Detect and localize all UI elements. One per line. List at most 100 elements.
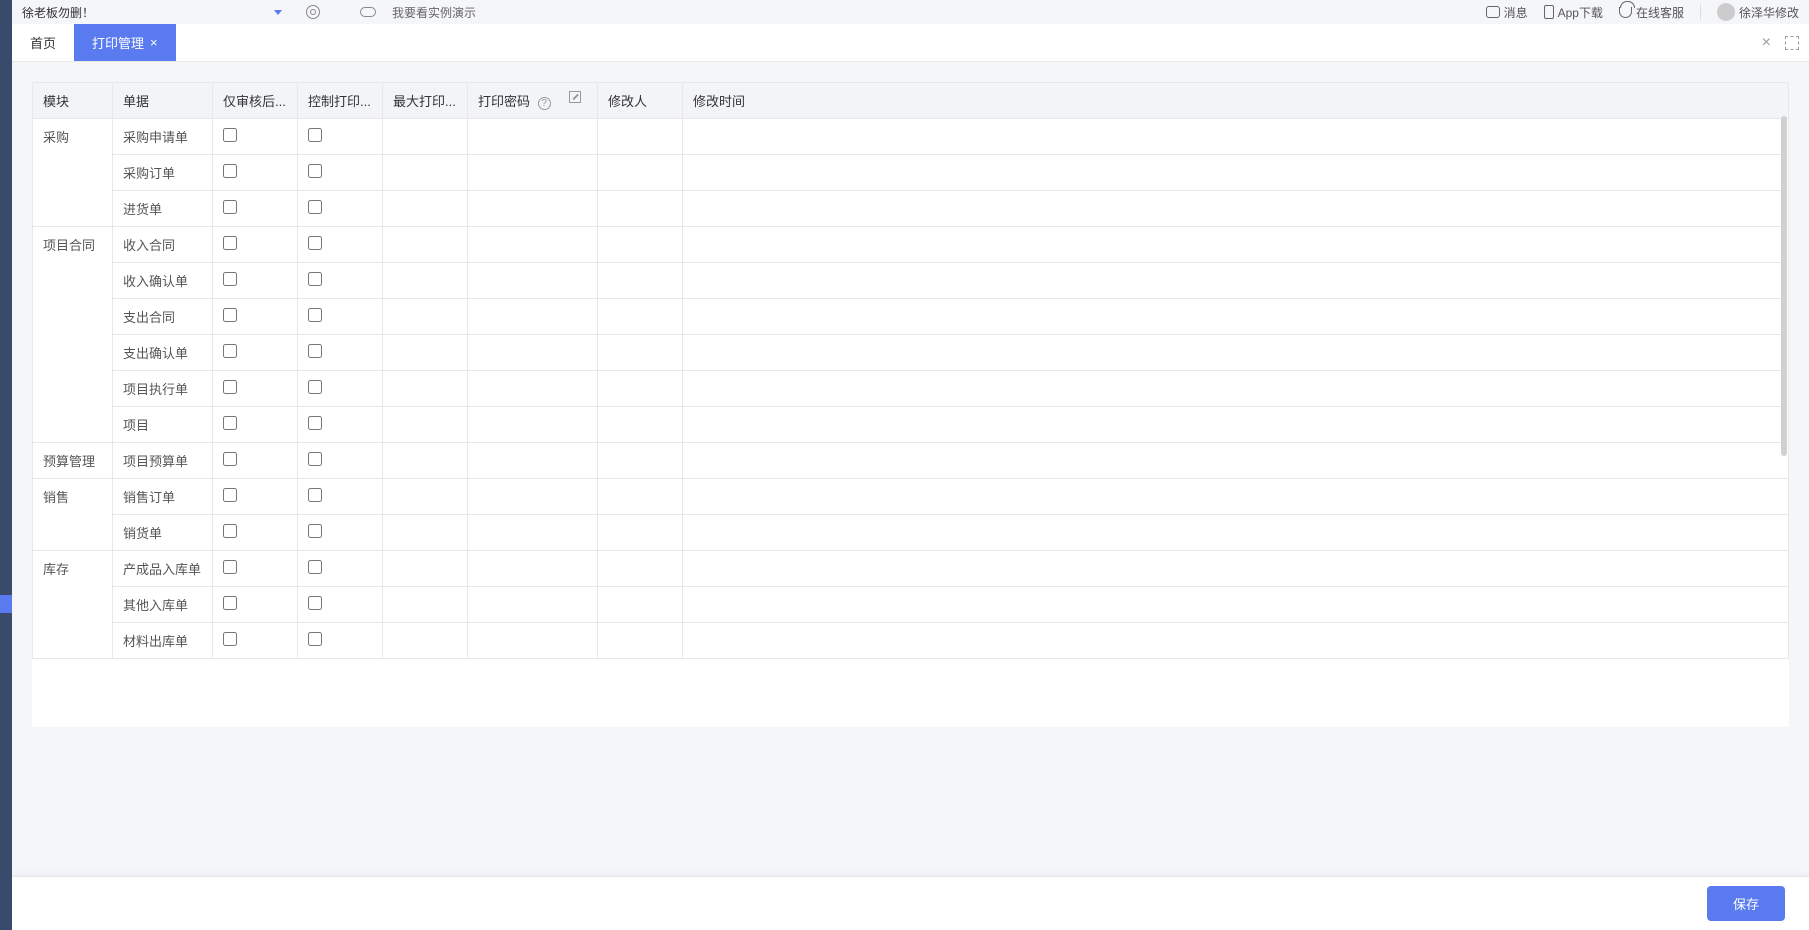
cell-print-password: [468, 515, 598, 551]
checkbox-audit-only[interactable]: [223, 200, 237, 214]
cell-modify-time: [683, 227, 1789, 263]
checkbox-control-print[interactable]: [308, 128, 322, 142]
checkbox-audit-only[interactable]: [223, 632, 237, 646]
checkbox-control-print[interactable]: [308, 272, 322, 286]
cell-modify-time: [683, 263, 1789, 299]
online-service-link[interactable]: 在线客服: [1619, 4, 1684, 21]
checkbox-control-print[interactable]: [308, 380, 322, 394]
table-header-row: 模块 单据 仅审核后... 控制打印... 最大打印... 打印密码 ? 修改人…: [33, 83, 1789, 119]
cell-modifier: [598, 443, 683, 479]
table-row: 库存产成品入库单: [33, 551, 1789, 587]
cell-max-print: [383, 551, 468, 587]
checkbox-audit-only[interactable]: [223, 452, 237, 466]
cell-control-print: [298, 227, 383, 263]
scrollbar[interactable]: [1781, 116, 1787, 456]
tab-print-manage[interactable]: 打印管理 ×: [74, 24, 176, 61]
cell-max-print: [383, 479, 468, 515]
cell-print-password: [468, 371, 598, 407]
cell-max-print: [383, 371, 468, 407]
cell-control-print: [298, 551, 383, 587]
checkbox-control-print[interactable]: [308, 488, 322, 502]
cell-max-print: [383, 443, 468, 479]
fullscreen-icon[interactable]: [1785, 36, 1799, 50]
cell-modify-time: [683, 623, 1789, 659]
cell-modify-time: [683, 335, 1789, 371]
app-download-label: App下载: [1558, 4, 1603, 21]
table-row: 支出确认单: [33, 335, 1789, 371]
checkbox-control-print[interactable]: [308, 308, 322, 322]
tab-home[interactable]: 首页: [12, 24, 74, 61]
demo-link[interactable]: 我要看实例演示: [392, 4, 476, 21]
cell-audit-only: [213, 155, 298, 191]
checkbox-control-print[interactable]: [308, 452, 322, 466]
checkbox-audit-only[interactable]: [223, 272, 237, 286]
cell-max-print: [383, 407, 468, 443]
checkbox-control-print[interactable]: [308, 236, 322, 250]
checkbox-control-print[interactable]: [308, 200, 322, 214]
checkbox-audit-only[interactable]: [223, 524, 237, 538]
table-row: 项目合同收入合同: [33, 227, 1789, 263]
chevron-down-icon[interactable]: [274, 10, 282, 15]
online-service-label: 在线客服: [1636, 4, 1684, 21]
checkbox-audit-only[interactable]: [223, 416, 237, 430]
org-selector-text[interactable]: 徐老板勿删！: [22, 4, 94, 21]
cell-modifier: [598, 371, 683, 407]
checkbox-audit-only[interactable]: [223, 560, 237, 574]
checkbox-control-print[interactable]: [308, 560, 322, 574]
user-menu[interactable]: 徐泽华修改: [1717, 3, 1799, 21]
checkbox-control-print[interactable]: [308, 596, 322, 610]
save-button[interactable]: 保存: [1707, 886, 1785, 921]
cell-max-print: [383, 299, 468, 335]
table-row: 收入确认单: [33, 263, 1789, 299]
table-row: 项目执行单: [33, 371, 1789, 407]
checkbox-control-print[interactable]: [308, 164, 322, 178]
topbar: 徐老板勿删！ 我要看实例演示 消息 App下载 在线客服 徐泽华修改: [12, 0, 1809, 24]
cell-document: 其他入库单: [113, 587, 213, 623]
cell-print-password: [468, 623, 598, 659]
tabbar: 首页 打印管理 × ×: [12, 24, 1809, 62]
checkbox-audit-only[interactable]: [223, 128, 237, 142]
checkbox-audit-only[interactable]: [223, 236, 237, 250]
cell-control-print: [298, 299, 383, 335]
checkbox-audit-only[interactable]: [223, 596, 237, 610]
cell-control-print: [298, 191, 383, 227]
checkbox-control-print[interactable]: [308, 524, 322, 538]
table-row: 支出合同: [33, 299, 1789, 335]
tab-home-label: 首页: [30, 33, 56, 52]
cell-document: 产成品入库单: [113, 551, 213, 587]
help-icon[interactable]: ?: [538, 97, 551, 110]
checkbox-control-print[interactable]: [308, 416, 322, 430]
cell-modifier: [598, 623, 683, 659]
app-download-link[interactable]: App下载: [1544, 4, 1603, 21]
checkbox-audit-only[interactable]: [223, 380, 237, 394]
table-row: 材料出库单: [33, 623, 1789, 659]
cell-print-password: [468, 227, 598, 263]
checkbox-control-print[interactable]: [308, 632, 322, 646]
edit-icon[interactable]: [569, 91, 581, 103]
gear-icon[interactable]: [306, 5, 320, 19]
close-icon[interactable]: ×: [150, 35, 158, 50]
cell-print-password: [468, 443, 598, 479]
checkbox-audit-only[interactable]: [223, 488, 237, 502]
cell-modify-time: [683, 407, 1789, 443]
header-max-print: 最大打印...: [383, 83, 468, 119]
cell-modify-time: [683, 587, 1789, 623]
cell-audit-only: [213, 227, 298, 263]
messages-link[interactable]: 消息: [1486, 4, 1528, 21]
cell-audit-only: [213, 479, 298, 515]
cell-audit-only: [213, 515, 298, 551]
header-print-password-label: 打印密码: [478, 94, 530, 109]
checkbox-audit-only[interactable]: [223, 308, 237, 322]
cell-modifier: [598, 299, 683, 335]
close-all-icon[interactable]: ×: [1762, 34, 1771, 52]
checkbox-control-print[interactable]: [308, 344, 322, 358]
tab-print-manage-label: 打印管理: [92, 33, 144, 52]
checkbox-audit-only[interactable]: [223, 344, 237, 358]
checkbox-audit-only[interactable]: [223, 164, 237, 178]
cell-modify-time: [683, 443, 1789, 479]
cell-module: 采购: [33, 119, 113, 227]
cell-modifier: [598, 407, 683, 443]
cell-audit-only: [213, 443, 298, 479]
header-print-password: 打印密码 ?: [468, 83, 598, 119]
header-modify-time: 修改时间: [683, 83, 1789, 119]
